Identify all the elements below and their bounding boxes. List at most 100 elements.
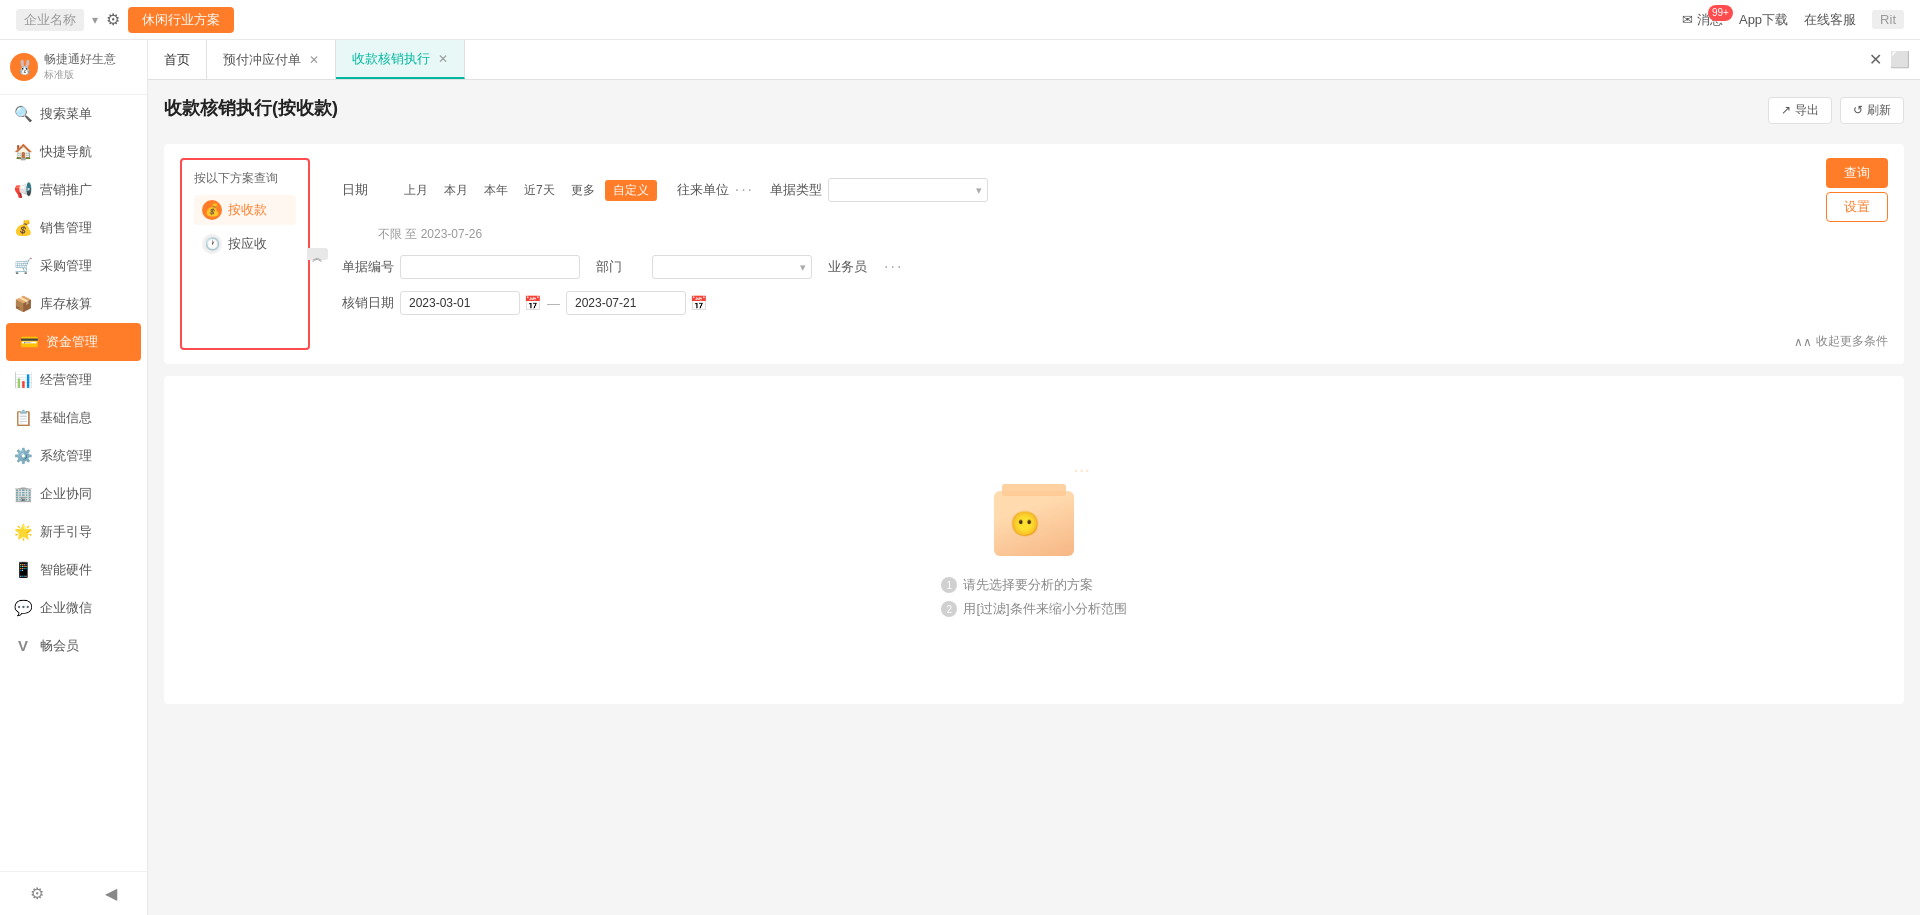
tab-bar-actions: ✕ ⬜ — [1859, 40, 1920, 79]
refresh-icon: ↺ — [1853, 103, 1863, 117]
filter-row-1: 日期 上月 本月 本年 近7天 更多 自定义 — [342, 158, 1888, 222]
top-bar: 企业名称 ▾ ⚙ 休闲行业方案 ✉ 99+ 消息 App下载 在线客服 Rit — [0, 0, 1920, 40]
empty-hint-1: 1 请先选择要分析的方案 — [941, 576, 1126, 594]
doc-type-select[interactable] — [828, 178, 988, 202]
tab-prepay-close-icon[interactable]: ✕ — [309, 53, 319, 67]
tab-receipt-label: 收款核销执行 — [352, 50, 430, 68]
date-tab-7days[interactable]: 近7天 — [518, 180, 561, 201]
newbie-icon: 🌟 — [14, 523, 32, 541]
search-icon: 🔍 — [14, 105, 32, 123]
online-service[interactable]: 在线客服 — [1804, 11, 1856, 29]
tab-bar: 首页 预付冲应付单 ✕ 收款核销执行 ✕ ✕ ⬜ — [148, 40, 1920, 80]
page-title: 收款核销执行(按收款) — [164, 96, 338, 120]
sidebar-item-inventory[interactable]: 📦 库存核算 — [0, 285, 147, 323]
close-tab-icon[interactable]: ✕ — [1869, 50, 1882, 69]
sidebar-item-enterprise[interactable]: 🏢 企业协同 — [0, 475, 147, 513]
empty-num-2: 2 — [941, 601, 957, 617]
query-button[interactable]: 查询 — [1826, 158, 1888, 188]
query-type-by-receipt[interactable]: 💰 按收款 — [194, 195, 296, 225]
app-download[interactable]: App下载 — [1739, 11, 1788, 29]
vip-icon: V — [14, 637, 32, 654]
tab-prepay-offset[interactable]: 预付冲应付单 ✕ — [207, 40, 336, 79]
purchase-icon: 🛒 — [14, 257, 32, 275]
doc-no-input[interactable] — [400, 255, 580, 279]
solution-button[interactable]: 休闲行业方案 — [128, 7, 234, 33]
user-avatar[interactable]: Rit — [1872, 10, 1904, 29]
tab-home[interactable]: 首页 — [148, 40, 207, 79]
offset-date-end-input[interactable] — [566, 291, 686, 315]
filter-fields: 日期 上月 本月 本年 近7天 更多 自定义 — [342, 158, 1888, 350]
sidebar-label-purchase: 采购管理 — [40, 257, 92, 275]
sidebar-item-purchase[interactable]: 🛒 采购管理 — [0, 247, 147, 285]
query-type-collapse-btn[interactable]: 《 — [307, 248, 328, 260]
refresh-label: 刷新 — [1867, 102, 1891, 119]
dept-select[interactable] — [652, 255, 812, 279]
date-custom-badge[interactable]: 自定义 — [605, 180, 657, 201]
collapse-more-btn[interactable]: ∧∧ 收起更多条件 — [342, 327, 1888, 350]
sidebar-item-business[interactable]: 📊 经营管理 — [0, 361, 147, 399]
maximize-icon[interactable]: ⬜ — [1890, 50, 1910, 69]
sidebar-item-vip[interactable]: V 畅会员 — [0, 627, 147, 665]
tab-receipt-close-icon[interactable]: ✕ — [438, 52, 448, 66]
offset-date-filter-item: 核销日期 📅 — 📅 — [342, 291, 707, 315]
counterparty-select-dots[interactable]: ··· — [735, 181, 754, 199]
date-tab-more[interactable]: 更多 — [565, 180, 601, 201]
gear-icon[interactable]: ⚙ — [106, 10, 120, 29]
query-type-by-receivable[interactable]: 🕐 按应收 — [194, 229, 296, 259]
logo-sub: 标准版 — [44, 68, 116, 82]
brand-placeholder: 企业名称 — [16, 9, 84, 31]
settings-button[interactable]: 设置 — [1826, 192, 1888, 222]
business-icon: 📊 — [14, 371, 32, 389]
sidebar-item-quick-nav[interactable]: 🏠 快捷导航 — [0, 133, 147, 171]
date-tab-this-month[interactable]: 本月 — [438, 180, 474, 201]
sidebar-label-sales: 销售管理 — [40, 219, 92, 237]
tab-receipt-offset[interactable]: 收款核销执行 ✕ — [336, 40, 465, 79]
staff-label: 业务员 — [828, 258, 878, 276]
home-icon: 🏠 — [14, 143, 32, 161]
sidebar-item-search-menu[interactable]: 🔍 搜索菜单 — [0, 95, 147, 133]
date-dash: — — [547, 296, 560, 311]
empty-dots-icon: ··· — [1073, 458, 1090, 481]
sidebar-item-marketing[interactable]: 📢 营销推广 — [0, 171, 147, 209]
receivable-icon: 🕐 — [202, 234, 222, 254]
offset-date-start-input[interactable] — [400, 291, 520, 315]
collapse-chevron-icon: ∧∧ — [1794, 335, 1812, 349]
date-tab-last-month[interactable]: 上月 — [398, 180, 434, 201]
inventory-icon: 📦 — [14, 295, 32, 313]
settings-bottom-icon[interactable]: ⚙ — [22, 880, 52, 907]
sidebar-item-sales[interactable]: 💰 销售管理 — [0, 209, 147, 247]
basic-info-icon: 📋 — [14, 409, 32, 427]
sidebar-label-inventory: 库存核算 — [40, 295, 92, 313]
date-tab-this-year[interactable]: 本年 — [478, 180, 514, 201]
sidebar-logo: 🐰 畅捷通好生意 标准版 — [0, 40, 147, 95]
empty-hint-2: 2 用[过滤]条件来缩小分析范围 — [941, 600, 1126, 618]
empty-face-icon: 😶 — [1010, 512, 1040, 536]
date-nolimit-text: 不限 至 2023-07-26 — [378, 227, 482, 241]
staff-select-dots[interactable]: ··· — [884, 258, 903, 276]
export-button[interactable]: ↗ 导出 — [1768, 97, 1832, 124]
empty-illustration: 😶 ··· — [984, 456, 1084, 556]
counterparty-label: 往来单位 — [677, 181, 729, 199]
date-end-calendar-icon[interactable]: 📅 — [690, 295, 707, 311]
date-start-calendar-icon[interactable]: 📅 — [524, 295, 541, 311]
refresh-button[interactable]: ↺ 刷新 — [1840, 97, 1904, 124]
sidebar-label-enterprise: 企业协同 — [40, 485, 92, 503]
empty-hint-2-text: 用[过滤]条件来缩小分析范围 — [963, 600, 1126, 618]
collapse-sidebar-icon[interactable]: ◀ — [97, 880, 125, 907]
sidebar-item-newbie[interactable]: 🌟 新手引导 — [0, 513, 147, 551]
brand-dropdown-icon[interactable]: ▾ — [92, 13, 98, 27]
sidebar-item-wechat[interactable]: 💬 企业微信 — [0, 589, 147, 627]
sidebar-label-quick-nav: 快捷导航 — [40, 143, 92, 161]
sidebar-item-finance[interactable]: 💳 资金管理 — [6, 323, 141, 361]
sidebar-item-basic-info[interactable]: 📋 基础信息 — [0, 399, 147, 437]
sidebar-item-smart-hw[interactable]: 📱 智能硬件 — [0, 551, 147, 589]
tab-home-label: 首页 — [164, 51, 190, 69]
content-area: 首页 预付冲应付单 ✕ 收款核销执行 ✕ ✕ ⬜ 收款核销执行(按收款) ↗ — [148, 40, 1920, 915]
message-wrap[interactable]: ✉ 99+ 消息 — [1682, 11, 1723, 29]
page-content: 收款核销执行(按收款) ↗ 导出 ↺ 刷新 按以 — [148, 80, 1920, 915]
sidebar-label-search-menu: 搜索菜单 — [40, 105, 92, 123]
query-type-receipt-label: 按收款 — [228, 201, 267, 219]
message-badge: 99+ — [1708, 5, 1733, 21]
sidebar-label-smart-hw: 智能硬件 — [40, 561, 92, 579]
sidebar-item-system[interactable]: ⚙️ 系统管理 — [0, 437, 147, 475]
